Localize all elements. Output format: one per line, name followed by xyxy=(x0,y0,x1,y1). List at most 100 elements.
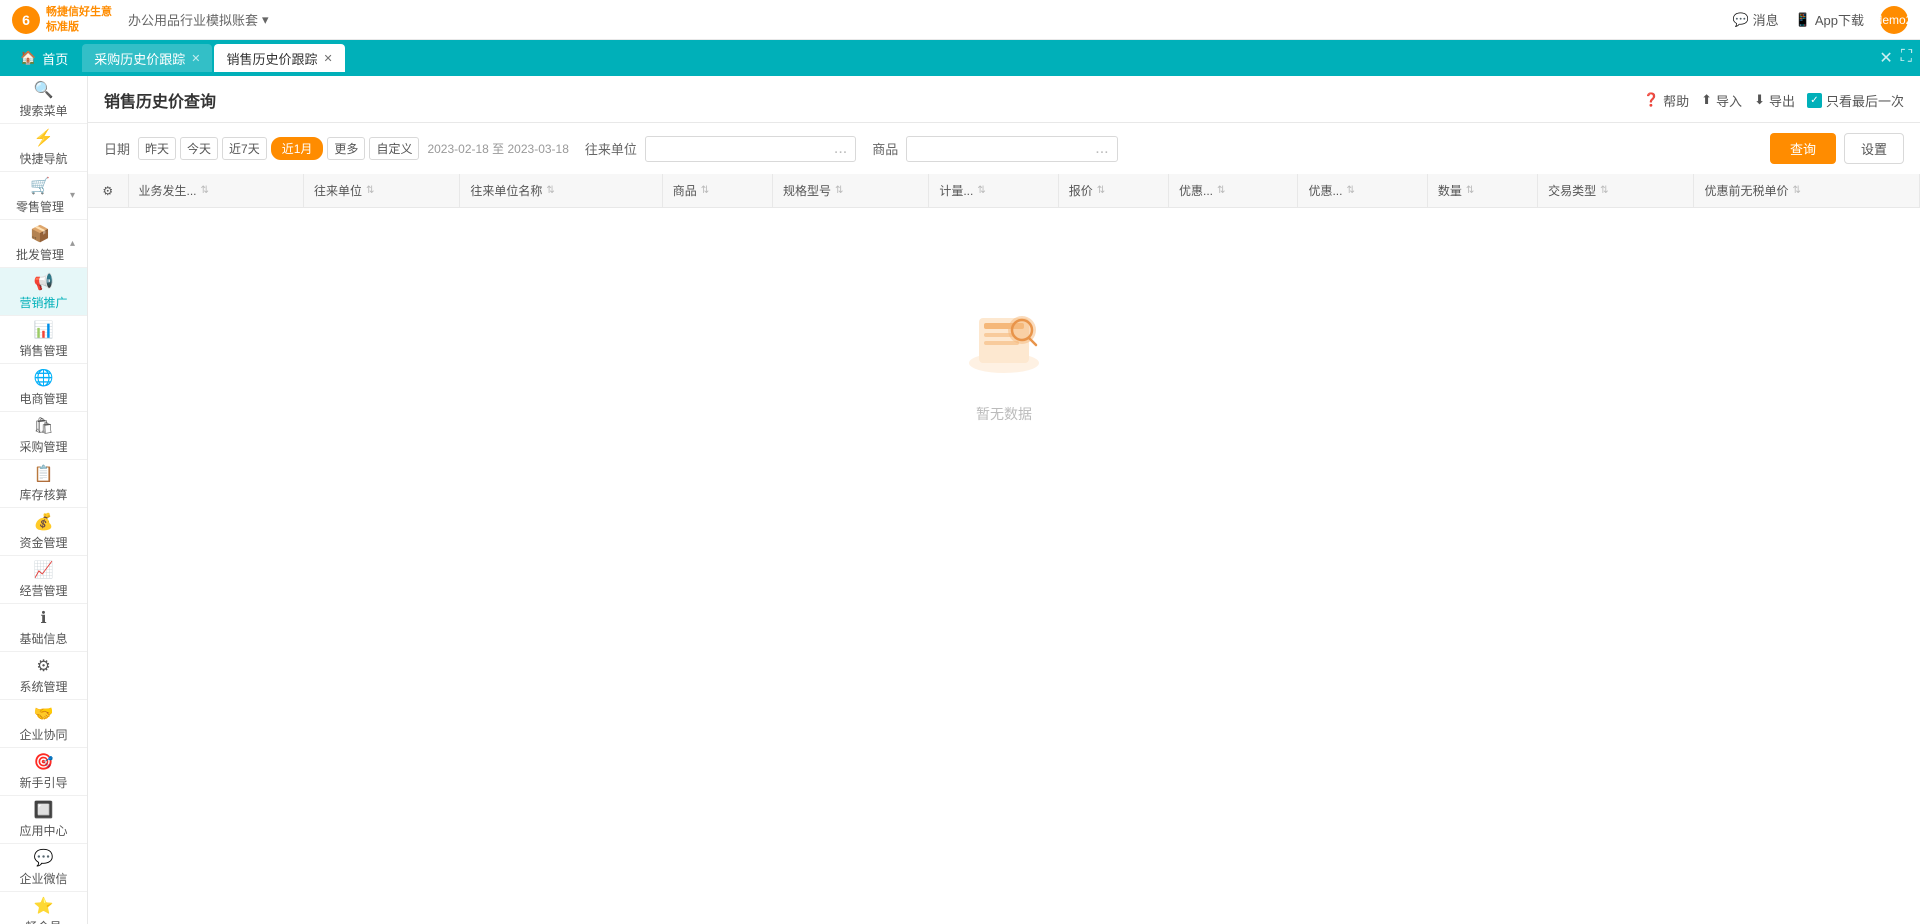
sort-icon-unit: ⇅ xyxy=(977,185,985,196)
marketing-icon: 📢 xyxy=(34,272,54,292)
sidebar-item-vip[interactable]: ⭐ 畅会员 xyxy=(0,892,87,924)
tab-purchase-history[interactable]: 采购历史价跟踪 ✕ xyxy=(82,44,212,72)
sort-icon-counterpart: ⇅ xyxy=(366,185,374,196)
tab-sales-history[interactable]: 销售历史价跟踪 ✕ xyxy=(214,44,344,72)
sidebar-item-marketing[interactable]: 📢 营销推广 xyxy=(0,268,87,316)
product-text-input[interactable] xyxy=(915,141,1091,156)
counterpart-filter-group: 往来单位 ... xyxy=(585,136,856,162)
sidebar-item-purchase[interactable]: 🛍 采购管理 xyxy=(0,412,87,460)
sidebar-item-app-center[interactable]: 🔲 应用中心 xyxy=(0,796,87,844)
table-col-counterpart[interactable]: 往来单位 ⇅ xyxy=(304,174,460,208)
sidebar-item-wholesale[interactable]: 📦 批发管理 ▴ xyxy=(0,220,87,268)
product-dots-icon[interactable]: ... xyxy=(1095,140,1108,158)
search-icon: 🔍 xyxy=(34,80,54,100)
table-container: ⚙ 业务发生... ⇅ 往来单位 ⇅ xyxy=(88,174,1920,924)
filter-right-actions: 查询 设置 xyxy=(1770,133,1904,164)
counterpart-input[interactable]: ... xyxy=(645,136,856,162)
counterpart-label: 往来单位 xyxy=(585,139,637,158)
beginner-icon: 🎯 xyxy=(34,752,54,772)
sort-icon-discount1: ⇅ xyxy=(1217,185,1225,196)
basic-info-icon: ℹ xyxy=(40,608,46,628)
wholesale-icon: 📦 xyxy=(30,224,50,244)
enterprise-icon: 🤝 xyxy=(34,704,54,724)
help-action[interactable]: ❓ 帮助 xyxy=(1643,91,1689,110)
header-right: 💬 消息 📱 App下载 demo2 xyxy=(1732,6,1908,34)
dropdown-icon: ▾ xyxy=(262,12,269,28)
sidebar-item-quick-nav[interactable]: ⚡ 快捷导航 xyxy=(0,124,87,172)
sidebar-item-ecommerce[interactable]: 🌐 电商管理 xyxy=(0,364,87,412)
table-col-counterpart-name[interactable]: 往来单位名称 ⇅ xyxy=(460,174,662,208)
expand-icon[interactable]: ⛶ xyxy=(1901,48,1912,68)
table-col-qty[interactable]: 数量 ⇅ xyxy=(1427,174,1537,208)
sort-icon-discount2: ⇅ xyxy=(1346,185,1354,196)
table-col-unit[interactable]: 计量... ⇅ xyxy=(929,174,1058,208)
query-button[interactable]: 查询 xyxy=(1770,133,1836,164)
settings-button[interactable]: 设置 xyxy=(1844,133,1904,164)
export-action[interactable]: ⬇ 导出 xyxy=(1754,91,1795,110)
empty-state: 暂无数据 xyxy=(88,208,1920,504)
table-col-pretax-price[interactable]: 优惠前无税单价 ⇅ xyxy=(1694,174,1920,208)
top-header: 6 畅捷信好生意 标准版 办公用品行业模拟账套 ▾ 💬 消息 📱 App下载 d… xyxy=(0,0,1920,40)
product-input[interactable]: ... xyxy=(906,136,1117,162)
sidebar-item-system[interactable]: ⚙ 系统管理 xyxy=(0,652,87,700)
sidebar-item-search[interactable]: 🔍 搜索菜单 xyxy=(0,76,87,124)
content-area: 销售历史价查询 ❓ 帮助 ⬆ 导入 ⬇ 导出 ✓ xyxy=(88,76,1920,924)
sidebar-item-operations[interactable]: 📈 经营管理 xyxy=(0,556,87,604)
header-left: 6 畅捷信好生意 标准版 办公用品行业模拟账套 ▾ xyxy=(12,5,277,34)
sort-icon-biz-date: ⇅ xyxy=(201,185,209,196)
table-header-row: ⚙ 业务发生... ⇅ 往来单位 ⇅ xyxy=(88,174,1920,208)
date-btn-today[interactable]: 今天 xyxy=(180,137,218,160)
app-selector[interactable]: 办公用品行业模拟账套 ▾ xyxy=(120,6,277,33)
sidebar-item-retail[interactable]: 🛒 零售管理 ▾ xyxy=(0,172,87,220)
sidebar-item-sales-mgmt[interactable]: 📊 销售管理 xyxy=(0,316,87,364)
table-col-discount2[interactable]: 优惠... ⇅ xyxy=(1298,174,1427,208)
date-btn-yesterday[interactable]: 昨天 xyxy=(138,137,176,160)
tab-home[interactable]: 🏠 首页 xyxy=(8,44,80,72)
sidebar-item-finance[interactable]: 💰 资金管理 xyxy=(0,508,87,556)
tab-bar: 🏠 首页 采购历史价跟踪 ✕ 销售历史价跟踪 ✕ ✕ ⛶ xyxy=(0,40,1920,76)
app-download-action[interactable]: 📱 App下载 xyxy=(1795,10,1864,29)
date-btn-7days[interactable]: 近7天 xyxy=(222,137,267,160)
sidebar-item-weixin[interactable]: 💬 企业微信 xyxy=(0,844,87,892)
system-icon: ⚙ xyxy=(36,656,50,676)
table-col-biz-date[interactable]: 业务发生... ⇅ xyxy=(128,174,304,208)
table-col-trade-type[interactable]: 交易类型 ⇅ xyxy=(1538,174,1694,208)
date-btn-1month[interactable]: 近1月 xyxy=(271,137,324,160)
table-col-product[interactable]: 商品 ⇅ xyxy=(662,174,772,208)
table-col-spec[interactable]: 规格型号 ⇅ xyxy=(773,174,929,208)
quick-nav-icon: ⚡ xyxy=(34,128,54,148)
message-action[interactable]: 💬 消息 xyxy=(1732,10,1778,29)
table-col-discount1[interactable]: 优惠... ⇅ xyxy=(1169,174,1298,208)
table-col-settings[interactable]: ⚙ xyxy=(88,174,128,208)
counterpart-dots-icon[interactable]: ... xyxy=(834,140,847,158)
sidebar-item-beginner[interactable]: 🎯 新手引导 xyxy=(0,748,87,796)
import-action[interactable]: ⬆ 导入 xyxy=(1701,91,1742,110)
close-all-tabs-icon[interactable]: ✕ xyxy=(1879,48,1892,68)
inventory-icon: 📋 xyxy=(34,464,54,484)
sort-icon-pretax-price: ⇅ xyxy=(1792,185,1800,196)
product-filter-group: 商品 ... xyxy=(872,136,1117,162)
wholesale-arrow-icon: ▴ xyxy=(70,238,75,249)
sidebar: 🔍 搜索菜单 ⚡ 快捷导航 🛒 零售管理 ▾ 📦 批发管理 ▴ 📢 营销推广 xyxy=(0,76,88,924)
app-download-icon: 📱 xyxy=(1795,12,1811,28)
user-area[interactable]: demo2 xyxy=(1880,6,1908,34)
app-name: 办公用品行业模拟账套 xyxy=(128,10,258,29)
only-last-checkbox[interactable]: ✓ 只看最后一次 xyxy=(1807,91,1904,110)
sidebar-item-basic-info[interactable]: ℹ 基础信息 xyxy=(0,604,87,652)
close-sales-tab-icon[interactable]: ✕ xyxy=(323,52,332,65)
sort-icon-trade-type: ⇅ xyxy=(1600,185,1608,196)
close-purchase-tab-icon[interactable]: ✕ xyxy=(191,52,200,65)
main-layout: 🔍 搜索菜单 ⚡ 快捷导航 🛒 零售管理 ▾ 📦 批发管理 ▴ 📢 营销推广 xyxy=(0,76,1920,924)
table-col-quote[interactable]: 报价 ⇅ xyxy=(1058,174,1168,208)
date-buttons: 昨天 今天 近7天 近1月 更多 自定义 xyxy=(138,137,419,160)
sidebar-item-enterprise[interactable]: 🤝 企业协同 xyxy=(0,700,87,748)
counterpart-text-input[interactable] xyxy=(654,141,830,156)
date-btn-custom[interactable]: 自定义 xyxy=(369,137,419,160)
page-header: 销售历史价查询 ❓ 帮助 ⬆ 导入 ⬇ 导出 ✓ xyxy=(88,76,1920,123)
sidebar-item-inventory[interactable]: 📋 库存核算 xyxy=(0,460,87,508)
vip-icon: ⭐ xyxy=(34,896,54,916)
filter-row: 日期 昨天 今天 近7天 近1月 更多 自定义 2023-02-18 至 202… xyxy=(88,123,1920,174)
help-icon: ❓ xyxy=(1643,92,1659,108)
date-btn-more[interactable]: 更多 xyxy=(327,137,365,160)
logo-area: 6 畅捷信好生意 标准版 xyxy=(12,5,112,34)
